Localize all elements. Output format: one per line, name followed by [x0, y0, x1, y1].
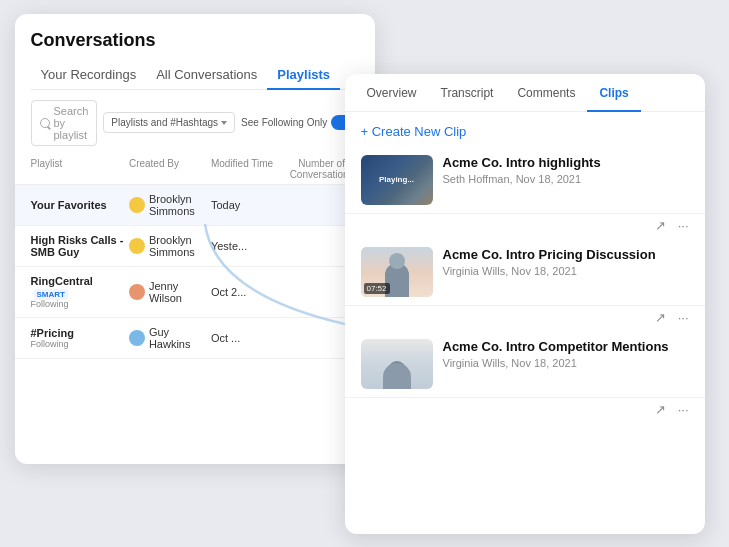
clip-title: Acme Co. Intro Competitor Mentions	[443, 339, 689, 356]
thumbnail-image	[361, 339, 433, 389]
clip-info: Acme Co. Intro Pricing Discussion Virgin…	[443, 247, 689, 278]
clip-title: Acme Co. Intro highlights	[443, 155, 689, 172]
duration-badge: 07:52	[364, 283, 390, 294]
search-box[interactable]: Search by playlist	[31, 100, 98, 146]
share-icon[interactable]: ↗	[655, 402, 666, 417]
share-icon[interactable]: ↗	[655, 310, 666, 325]
table-row[interactable]: #Pricing Following Guy Hawkins Oct ...	[15, 318, 375, 359]
clip-item: 07:52 Acme Co. Intro Pricing Discussion …	[345, 239, 705, 306]
playlist-name: Your Favorites	[31, 199, 107, 211]
toolbar: Search by playlist Playlists and #Hashta…	[15, 100, 375, 154]
tab-overview[interactable]: Overview	[355, 74, 429, 112]
search-placeholder: Search by playlist	[54, 105, 89, 141]
created-by-chip: Jenny Wilson	[129, 280, 211, 304]
table-header: Playlist Created By Modified Time Number…	[15, 154, 375, 185]
col-header-playlist: Playlist	[31, 158, 129, 180]
playlist-name: RingCentral SMART	[31, 275, 129, 299]
page-title: Conversations	[31, 30, 359, 51]
right-panel: Overview Transcript Comments Clips + Cre…	[345, 74, 705, 534]
creator-name: Guy Hawkins	[149, 326, 211, 350]
playlist-sublabel: Following	[31, 339, 129, 349]
clips-tabs: Overview Transcript Comments Clips	[345, 74, 705, 112]
clip-meta: Seth Hoffman, Nov 18, 2021	[443, 173, 689, 185]
avatar	[129, 330, 145, 346]
clip-title: Acme Co. Intro Pricing Discussion	[443, 247, 689, 264]
following-toggle: See Following Only	[241, 115, 359, 130]
tab-comments[interactable]: Comments	[505, 74, 587, 112]
modified-time: Oct 2...	[211, 286, 285, 298]
more-icon[interactable]: ···	[678, 402, 689, 417]
left-panel: Conversations Your Recordings All Conver…	[15, 14, 375, 464]
playing-overlay: Playing...	[361, 155, 433, 205]
clip-info: Acme Co. Intro highlights Seth Hoffman, …	[443, 155, 689, 186]
playlist-list: Your Favorites Brooklyn Simmons Today Hi…	[15, 185, 375, 359]
modified-time: Today	[211, 199, 285, 211]
main-tabs: Your Recordings All Conversations Playli…	[31, 61, 359, 90]
creator-name: Jenny Wilson	[149, 280, 211, 304]
clip-actions: ↗ ···	[345, 398, 705, 423]
clip-actions: ↗ ···	[345, 214, 705, 239]
clip-thumbnail	[361, 339, 433, 389]
created-by-chip: Brooklyn Simmons	[129, 234, 211, 258]
more-icon[interactable]: ···	[678, 310, 689, 325]
clip-thumbnail: Playing...	[361, 155, 433, 205]
clip-meta: Virginia Wills, Nov 18, 2021	[443, 357, 689, 369]
filter-label: Playlists and #Hashtags	[111, 117, 218, 128]
search-icon	[40, 118, 50, 128]
playlist-name: #Pricing	[31, 327, 129, 339]
tab-clips[interactable]: Clips	[587, 74, 640, 112]
table-row[interactable]: High Risks Calls - SMB Guy Brooklyn Simm…	[15, 226, 375, 267]
col-header-modified: Modified Time	[211, 158, 285, 180]
col-header-created: Created By	[129, 158, 211, 180]
table-row[interactable]: RingCentral SMART Following Jenny Wilson…	[15, 267, 375, 318]
playing-text: Playing...	[379, 175, 414, 184]
create-clip-link[interactable]: + Create New Clip	[345, 112, 705, 147]
filter-button[interactable]: Playlists and #Hashtags	[103, 112, 235, 133]
creator-name: Brooklyn Simmons	[149, 193, 211, 217]
creator-name: Brooklyn Simmons	[149, 234, 211, 258]
avatar	[129, 197, 145, 213]
smart-badge: SMART	[34, 289, 68, 300]
table-row[interactable]: Your Favorites Brooklyn Simmons Today	[15, 185, 375, 226]
created-by-chip: Guy Hawkins	[129, 326, 211, 350]
chevron-down-icon	[221, 121, 227, 125]
more-icon[interactable]: ···	[678, 218, 689, 233]
avatar	[129, 284, 145, 300]
clip-actions: ↗ ···	[345, 306, 705, 331]
modified-time: Oct ...	[211, 332, 285, 344]
clip-thumbnail: 07:52	[361, 247, 433, 297]
following-label: See Following Only	[241, 117, 327, 128]
playlist-name: High Risks Calls - SMB Guy	[31, 234, 124, 258]
avatar	[129, 238, 145, 254]
playlist-sublabel: Following	[31, 299, 129, 309]
share-icon[interactable]: ↗	[655, 218, 666, 233]
tab-transcript[interactable]: Transcript	[429, 74, 506, 112]
modified-time: Yeste...	[211, 240, 285, 252]
created-by-chip: Brooklyn Simmons	[129, 193, 211, 217]
tab-your-recordings[interactable]: Your Recordings	[31, 61, 147, 90]
tab-playlists[interactable]: Playlists	[267, 61, 340, 90]
clip-meta: Virginia Wills, Nov 18, 2021	[443, 265, 689, 277]
clip-item: Playing... Acme Co. Intro highlights Set…	[345, 147, 705, 214]
clip-item: Acme Co. Intro Competitor Mentions Virgi…	[345, 331, 705, 398]
tab-all-conversations[interactable]: All Conversations	[146, 61, 267, 90]
clip-info: Acme Co. Intro Competitor Mentions Virgi…	[443, 339, 689, 370]
